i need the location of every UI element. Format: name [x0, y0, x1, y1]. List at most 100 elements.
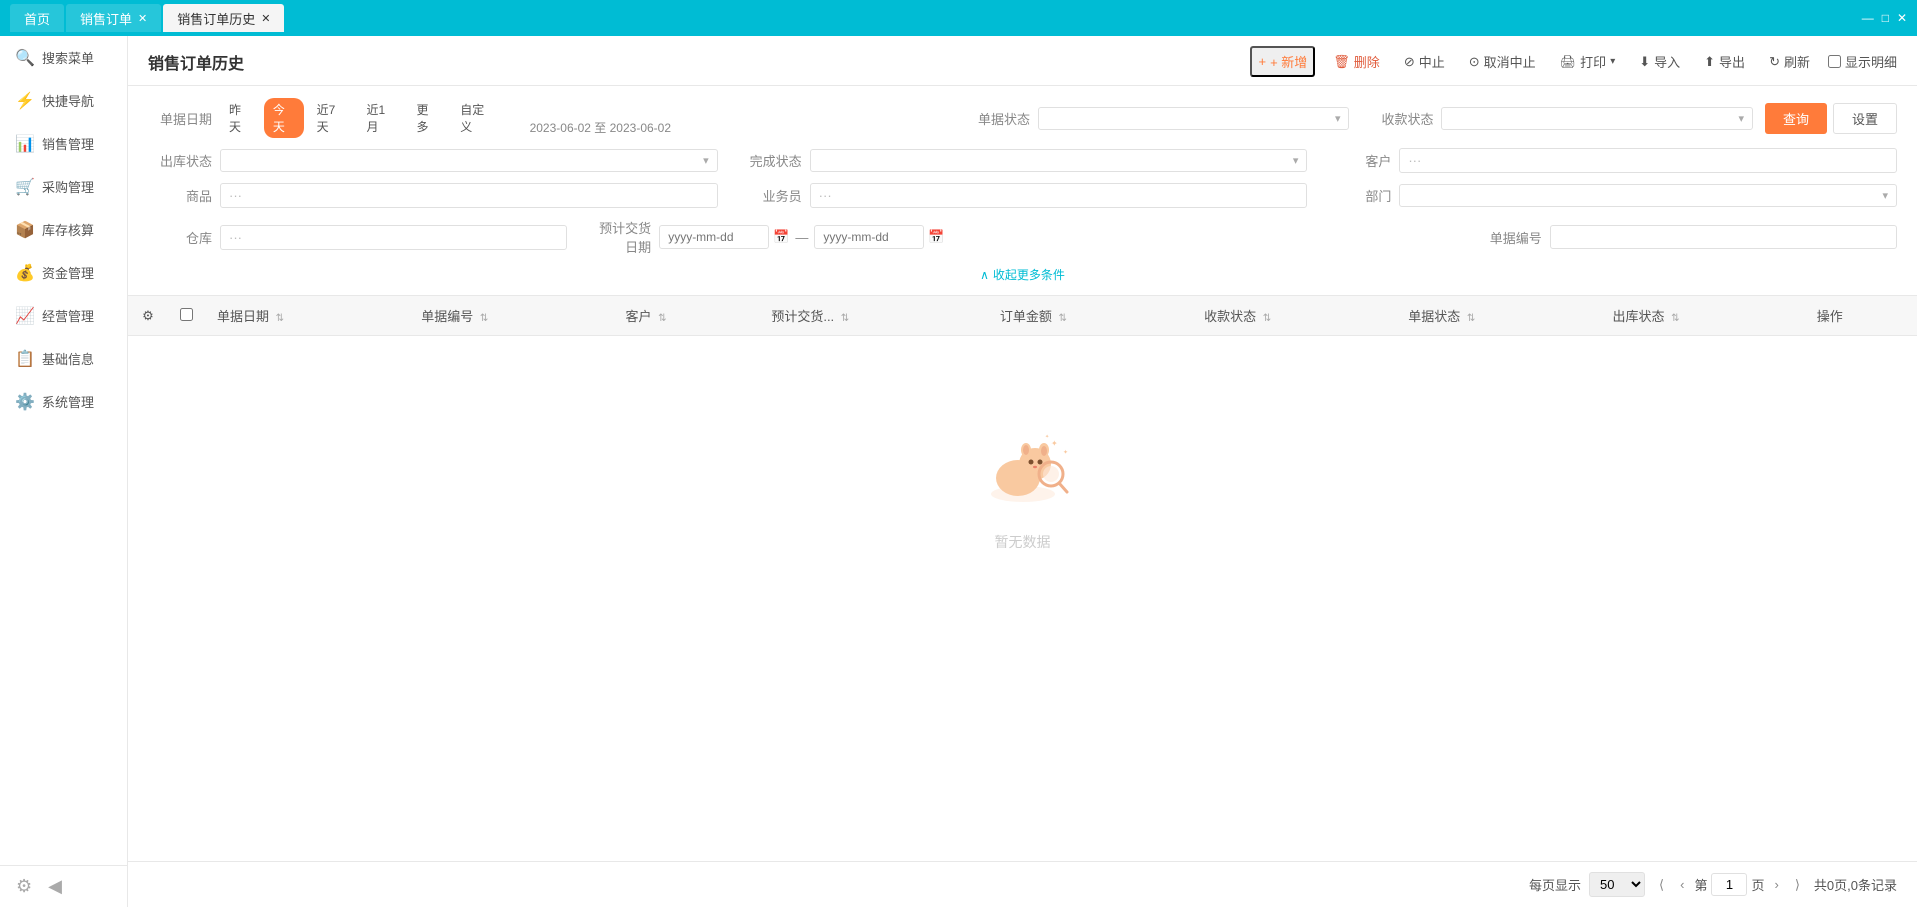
th-outbound-status[interactable]: 出库状态 ⇅: [1601, 296, 1805, 336]
customer-input[interactable]: ···: [1399, 148, 1897, 173]
page-label-pre: 第: [1694, 875, 1707, 894]
basicinfo-icon: 📋: [16, 350, 34, 368]
th-amount[interactable]: 订单金额 ⇅: [988, 296, 1192, 336]
date-btn-more[interactable]: 更多: [407, 98, 447, 138]
settings-gear-icon[interactable]: ⚙: [142, 308, 154, 323]
th-bill-status[interactable]: 单据状态 ⇅: [1396, 296, 1600, 336]
product-input[interactable]: ···: [220, 183, 718, 208]
sidebar-item-quicknav[interactable]: ⚡ 快捷导航: [0, 79, 127, 122]
table-body: ✦ ✦ ✦ 暂无数据: [128, 336, 1917, 613]
cancel-stop-button[interactable]: ⊙ 取消中止: [1463, 48, 1542, 75]
collapse-up-icon: ∧: [980, 268, 989, 282]
complete-status-label: 完成状态: [738, 151, 810, 170]
sidebar-item-finance[interactable]: 💰 资金管理: [0, 251, 127, 294]
minimize-icon[interactable]: —: [1862, 11, 1874, 25]
sidebar-item-sales-label: 销售管理: [42, 134, 94, 153]
tab-home[interactable]: 首页: [10, 4, 64, 32]
outbound-status-label: 出库状态: [148, 151, 220, 170]
export-button[interactable]: ⬆ 导出: [1698, 48, 1751, 75]
delete-button[interactable]: 🗑 删除: [1327, 48, 1386, 75]
new-button[interactable]: + + 新增: [1250, 46, 1315, 77]
order-no-col: 单据编号: [1478, 225, 1897, 249]
tab-sales-history-close[interactable]: ✕: [261, 12, 270, 25]
outbound-status-select[interactable]: ▾: [220, 149, 718, 172]
th-delivery-sort-icon: ⇅: [841, 313, 849, 324]
calendar-to-icon[interactable]: 📅: [928, 229, 944, 245]
date-range: 2023-06-02 至 2023-06-02: [530, 119, 671, 138]
delivery-date-from[interactable]: [659, 225, 769, 249]
outbound-status-col: 出库状态 ▾: [148, 149, 718, 172]
date-btn-custom[interactable]: 自定义: [451, 98, 502, 138]
tab-sales-order-close[interactable]: ✕: [138, 12, 147, 25]
last-page-button[interactable]: ⟩: [1789, 874, 1806, 896]
th-bill-status-sort-icon: ⇅: [1467, 313, 1475, 324]
maximize-icon[interactable]: □: [1882, 11, 1889, 25]
sidebar-item-search[interactable]: 🔍 搜索菜单: [0, 36, 127, 79]
th-settings[interactable]: ⚙: [128, 296, 168, 336]
next-page-button[interactable]: ›: [1769, 874, 1785, 895]
date-btn-7days[interactable]: 近7天: [308, 98, 354, 138]
th-order-no-sort-icon: ⇅: [480, 313, 488, 324]
th-order-no[interactable]: 单据编号 ⇅: [409, 296, 613, 336]
salesman-input[interactable]: ···: [810, 183, 1308, 208]
import-button[interactable]: ⬇ 导入: [1633, 48, 1686, 75]
th-check[interactable]: [168, 296, 205, 336]
th-date[interactable]: 单据日期 ⇅: [205, 296, 409, 336]
refresh-button[interactable]: ↻ 刷新: [1763, 48, 1816, 75]
sidebar-item-system[interactable]: ⚙️ 系统管理: [0, 380, 127, 423]
product-label: 商品: [148, 186, 220, 205]
delete-icon: 🗑: [1333, 54, 1350, 70]
collapse-row[interactable]: ∧ 收起更多条件: [148, 266, 1897, 283]
sidebar-item-system-label: 系统管理: [42, 392, 94, 411]
receipt-status-select[interactable]: ▾: [1441, 107, 1752, 130]
date-btn-yesterday[interactable]: 昨天: [220, 98, 260, 138]
first-page-button[interactable]: ⟨: [1653, 874, 1670, 896]
prev-page-button[interactable]: ‹: [1674, 874, 1690, 895]
sidebar-item-operations[interactable]: 📈 经营管理: [0, 294, 127, 337]
sidebar-item-sales[interactable]: 📊 销售管理: [0, 122, 127, 165]
receipt-status-label: 收款状态: [1369, 109, 1441, 128]
th-delivery[interactable]: 预计交货... ⇅: [759, 296, 988, 336]
select-all-checkbox[interactable]: [180, 308, 193, 321]
th-receipt-status[interactable]: 收款状态 ⇅: [1192, 296, 1396, 336]
th-delivery-label: 预计交货...: [771, 309, 834, 324]
status-select[interactable]: ▾: [1038, 107, 1349, 130]
tab-sales-history-label: 销售订单历史: [177, 9, 255, 28]
print-button[interactable]: 🖨 打印 ▾: [1554, 48, 1622, 75]
page-size-select[interactable]: 50 100 200: [1589, 872, 1645, 897]
calendar-from-icon[interactable]: 📅: [773, 229, 789, 245]
sidebar-item-inventory[interactable]: 📦 库存核算: [0, 208, 127, 251]
tab-sales-history[interactable]: 销售订单历史 ✕: [163, 4, 284, 32]
th-customer[interactable]: 客户 ⇅: [613, 296, 759, 336]
new-icon: +: [1258, 54, 1266, 69]
settings-button[interactable]: 设置: [1833, 103, 1897, 134]
empty-illustration: ✦ ✦ ✦: [963, 416, 1083, 516]
warehouse-label: 仓库: [148, 228, 220, 247]
page-input[interactable]: [1711, 873, 1747, 896]
th-outbound-status-label: 出库状态: [1613, 309, 1665, 324]
th-action-label: 操作: [1817, 309, 1843, 324]
sidebar-item-basicinfo-label: 基础信息: [42, 349, 94, 368]
sidebar-item-purchase[interactable]: 🛒 采购管理: [0, 165, 127, 208]
th-receipt-status-sort-icon: ⇅: [1263, 313, 1271, 324]
date-range-separator: —: [795, 230, 808, 245]
date-btn-1month[interactable]: 近1月: [358, 98, 404, 138]
stop-button[interactable]: ⊘ 中止: [1398, 48, 1451, 75]
department-select[interactable]: ▾: [1399, 184, 1897, 207]
sidebar-item-basicinfo[interactable]: 📋 基础信息: [0, 337, 127, 380]
warehouse-input[interactable]: ···: [220, 225, 567, 250]
display-toggle[interactable]: 显示明细: [1828, 52, 1897, 71]
order-no-input[interactable]: [1550, 225, 1897, 249]
delivery-date-to[interactable]: [814, 225, 924, 249]
tab-sales-order[interactable]: 销售订单 ✕: [66, 4, 161, 32]
sidebar-collapse-icon[interactable]: ◀: [48, 876, 62, 897]
close-icon[interactable]: ✕: [1897, 11, 1907, 25]
query-button[interactable]: 查询: [1765, 103, 1827, 134]
sidebar-settings-icon[interactable]: ⚙: [16, 876, 32, 897]
sidebar-item-operations-label: 经营管理: [42, 306, 94, 325]
data-table: ⚙ 单据日期 ⇅ 单据编号 ⇅: [128, 296, 1917, 612]
display-toggle-checkbox[interactable]: [1828, 55, 1841, 68]
complete-status-select[interactable]: ▾: [810, 149, 1308, 172]
date-btn-today[interactable]: 今天: [264, 98, 304, 138]
toolbar: + + 新增 🗑 删除 ⊘ 中止 ⊙ 取消中止 🖨 打印: [1250, 46, 1897, 77]
